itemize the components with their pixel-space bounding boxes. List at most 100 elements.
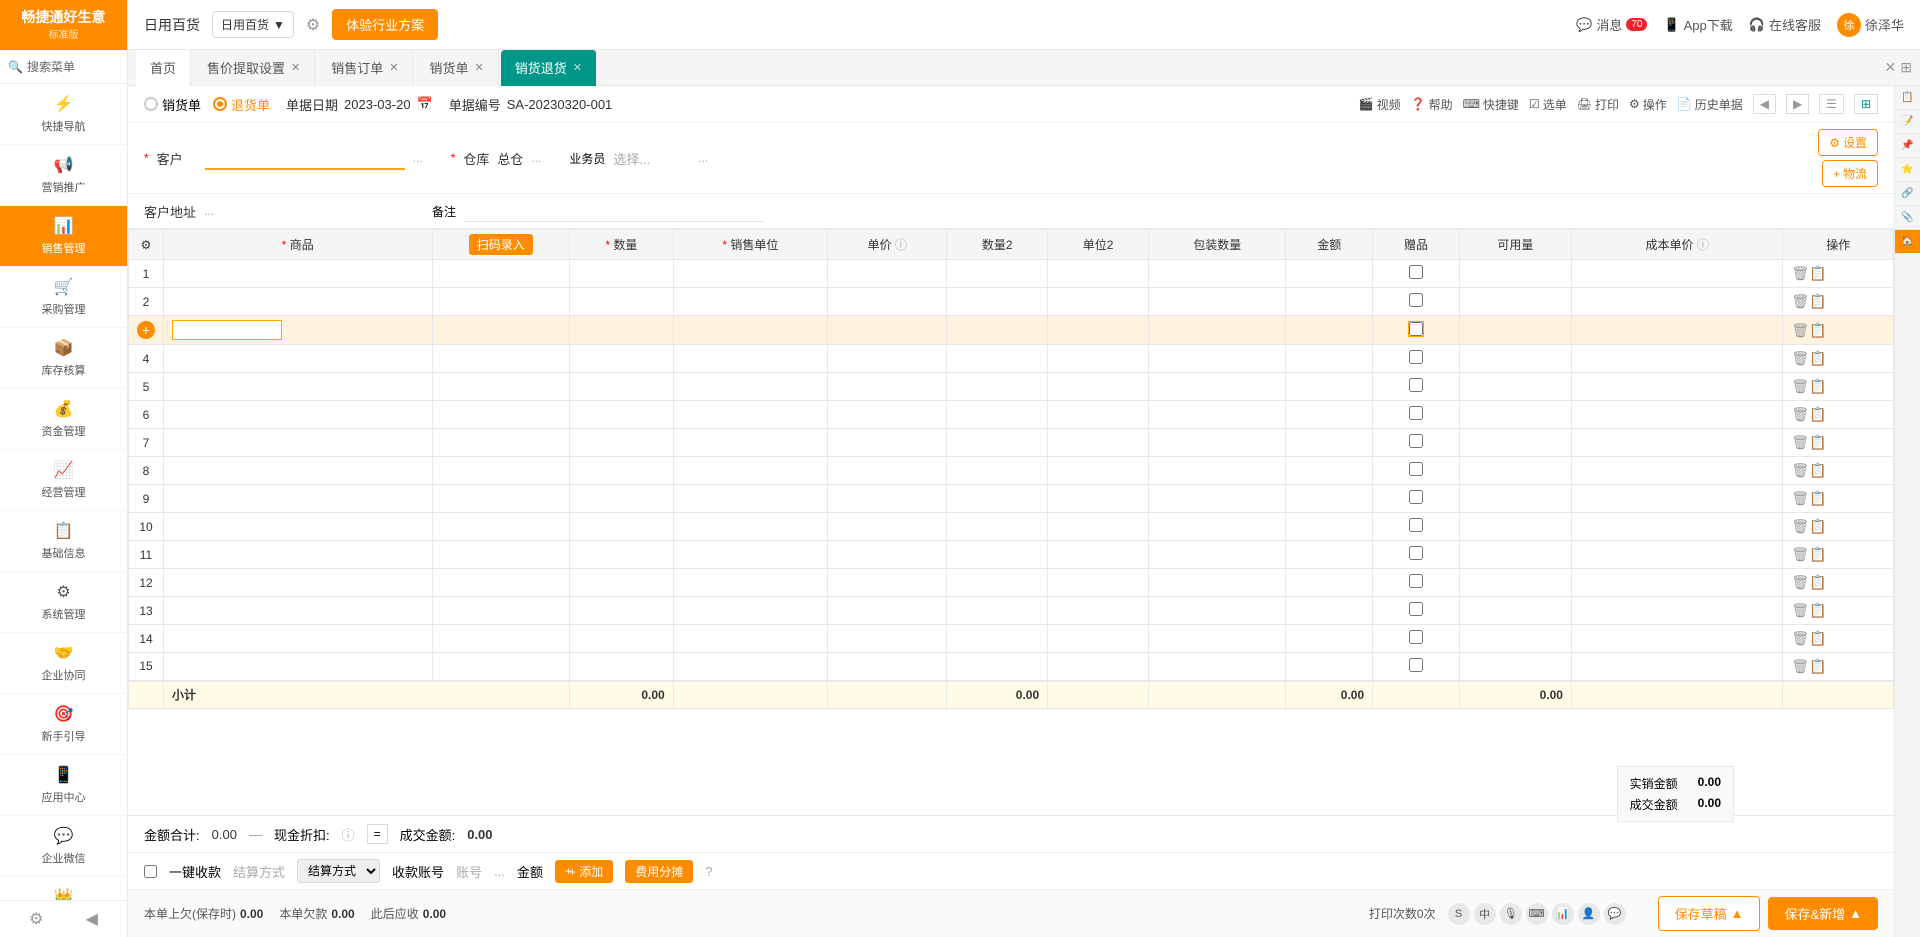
delete-row-btn-15[interactable]: 🗑 bbox=[1791, 658, 1809, 675]
copy-row-btn-11[interactable]: 📋 bbox=[1809, 546, 1826, 563]
sidebar-item-sales[interactable]: 📊 销售管理 bbox=[0, 206, 127, 267]
gift-cell-15[interactable] bbox=[1373, 653, 1460, 681]
pack-cell-4[interactable] bbox=[1148, 345, 1285, 373]
col-settings-header[interactable]: ⚙ bbox=[129, 230, 164, 260]
pack-cell-9[interactable] bbox=[1148, 485, 1285, 513]
fee-split-btn[interactable]: 费用分摊 bbox=[625, 860, 693, 883]
delete-row-btn-9[interactable]: 🗑 bbox=[1791, 490, 1809, 507]
price-cell-11[interactable] bbox=[828, 541, 947, 569]
pack-cell-1[interactable] bbox=[1148, 260, 1285, 288]
product-cell-8[interactable] bbox=[164, 457, 433, 485]
copy-row-btn-1[interactable]: 📋 bbox=[1809, 265, 1826, 282]
gift-cell-10[interactable] bbox=[1373, 513, 1460, 541]
radio-return[interactable]: 退货单 bbox=[213, 95, 270, 114]
copy-row-btn-6[interactable]: 📋 bbox=[1809, 406, 1826, 423]
pack-cell-11[interactable] bbox=[1148, 541, 1285, 569]
help-btn[interactable]: ❓ 帮助 bbox=[1411, 96, 1453, 113]
gift-cell-5[interactable] bbox=[1373, 373, 1460, 401]
gift-cell-2[interactable] bbox=[1373, 288, 1460, 316]
product-cell-11[interactable] bbox=[164, 541, 433, 569]
right-sidebar-btn-active[interactable]: 🏠 bbox=[1895, 230, 1920, 254]
qty2-cell-2[interactable] bbox=[947, 288, 1048, 316]
remark-input[interactable] bbox=[464, 200, 764, 222]
delete-row-btn-7[interactable]: 🗑 bbox=[1791, 434, 1809, 451]
tab-sales-order-close[interactable]: ✕ bbox=[389, 61, 398, 74]
pack-cell-12[interactable] bbox=[1148, 569, 1285, 597]
delete-row-btn-10[interactable]: 🗑 bbox=[1791, 518, 1809, 535]
pack-cell-3[interactable] bbox=[1148, 316, 1285, 345]
shortcut-btn[interactable]: ⌨ 快捷键 bbox=[1463, 96, 1519, 113]
qty-cell-15[interactable] bbox=[570, 653, 674, 681]
amount-cell-3[interactable] bbox=[1286, 316, 1373, 345]
scan-btn[interactable]: 扫码录入 bbox=[469, 234, 533, 255]
price-cell-8[interactable] bbox=[828, 457, 947, 485]
unit-cell-11[interactable] bbox=[673, 541, 827, 569]
delete-row-btn-12[interactable]: 🗑 bbox=[1791, 574, 1809, 591]
tab-sales-return-close[interactable]: ✕ bbox=[573, 61, 582, 74]
pack-cell-8[interactable] bbox=[1148, 457, 1285, 485]
sidebar-item-guide[interactable]: 🎯 新手引导 bbox=[0, 694, 127, 755]
delete-row-btn-3[interactable]: 🗑 bbox=[1791, 322, 1809, 339]
history-btn[interactable]: 📄 历史单据 bbox=[1677, 96, 1743, 113]
gift-checkbox-7[interactable] bbox=[1409, 434, 1423, 448]
unit-cell-3[interactable] bbox=[673, 316, 827, 345]
qty2-cell-12[interactable] bbox=[947, 569, 1048, 597]
unit-cell-6[interactable] bbox=[673, 401, 827, 429]
delete-row-btn-2[interactable]: 🗑 bbox=[1791, 293, 1809, 310]
available-cell-1[interactable] bbox=[1459, 260, 1571, 288]
unit-cell-4[interactable] bbox=[673, 345, 827, 373]
pack-cell-6[interactable] bbox=[1148, 401, 1285, 429]
cost-cell-12[interactable] bbox=[1571, 569, 1782, 597]
warehouse-dots[interactable]: ... bbox=[531, 151, 541, 165]
unit-cell-9[interactable] bbox=[673, 485, 827, 513]
available-cell-4[interactable] bbox=[1459, 345, 1571, 373]
amount-cell-5[interactable] bbox=[1286, 373, 1373, 401]
gift-checkbox-9[interactable] bbox=[1409, 490, 1423, 504]
price-cell-3[interactable] bbox=[828, 316, 947, 345]
delete-row-btn-5[interactable]: 🗑 bbox=[1791, 378, 1809, 395]
unit-cell-7[interactable] bbox=[673, 429, 827, 457]
gift-checkbox-10[interactable] bbox=[1409, 518, 1423, 532]
print-btn[interactable]: 🖨 打印 bbox=[1577, 96, 1619, 113]
amount-cell-13[interactable] bbox=[1286, 597, 1373, 625]
gift-checkbox-2[interactable] bbox=[1409, 293, 1423, 307]
amount-cell-10[interactable] bbox=[1286, 513, 1373, 541]
qty-cell-2[interactable] bbox=[570, 288, 674, 316]
product-cell-12[interactable] bbox=[164, 569, 433, 597]
fee-question-icon[interactable]: ? bbox=[705, 864, 712, 879]
online-service-item[interactable]: 🎧 在线客服 bbox=[1749, 15, 1821, 34]
unit-cell-2[interactable] bbox=[673, 288, 827, 316]
copy-row-btn-12[interactable]: 📋 bbox=[1809, 574, 1826, 591]
cost-cell-7[interactable] bbox=[1571, 429, 1782, 457]
logistics-btn[interactable]: + 物流 bbox=[1822, 160, 1878, 187]
amount-cell-1[interactable] bbox=[1286, 260, 1373, 288]
qty2-cell-4[interactable] bbox=[947, 345, 1048, 373]
product-cell-10[interactable] bbox=[164, 513, 433, 541]
radio-sale[interactable]: 销货单 bbox=[144, 95, 201, 114]
available-cell-9[interactable] bbox=[1459, 485, 1571, 513]
copy-row-btn-9[interactable]: 📋 bbox=[1809, 490, 1826, 507]
copy-row-btn-14[interactable]: 📋 bbox=[1809, 630, 1826, 647]
qty-cell-10[interactable] bbox=[570, 513, 674, 541]
copy-row-btn-4[interactable]: 📋 bbox=[1809, 350, 1826, 367]
experience-btn[interactable]: 体验行业方案 bbox=[332, 9, 438, 40]
product-cell-5[interactable] bbox=[164, 373, 433, 401]
qty-cell-3[interactable] bbox=[570, 316, 674, 345]
sidebar-collapse-icon[interactable]: ◀ bbox=[86, 909, 98, 929]
gift-checkbox-3[interactable] bbox=[1409, 322, 1423, 336]
view-grid-icon[interactable]: ⊞ bbox=[1854, 94, 1878, 114]
unit2-cell-2[interactable] bbox=[1048, 288, 1149, 316]
price-cell-10[interactable] bbox=[828, 513, 947, 541]
cost-cell-15[interactable] bbox=[1571, 653, 1782, 681]
product-input[interactable] bbox=[172, 320, 282, 340]
copy-row-btn-13[interactable]: 📋 bbox=[1809, 602, 1826, 619]
sidebar-item-enterprise[interactable]: 🤝 企业协同 bbox=[0, 633, 127, 694]
amount-cell-14[interactable] bbox=[1286, 625, 1373, 653]
sidebar-item-member[interactable]: 👑 畅会员 bbox=[0, 877, 127, 900]
staff-dots[interactable]: ... bbox=[698, 151, 708, 165]
copy-row-btn-5[interactable]: 📋 bbox=[1809, 378, 1826, 395]
tab-price-setting-close[interactable]: ✕ bbox=[291, 61, 300, 74]
cost-cell-1[interactable] bbox=[1571, 260, 1782, 288]
unit2-cell-15[interactable] bbox=[1048, 653, 1149, 681]
gift-cell-6[interactable] bbox=[1373, 401, 1460, 429]
